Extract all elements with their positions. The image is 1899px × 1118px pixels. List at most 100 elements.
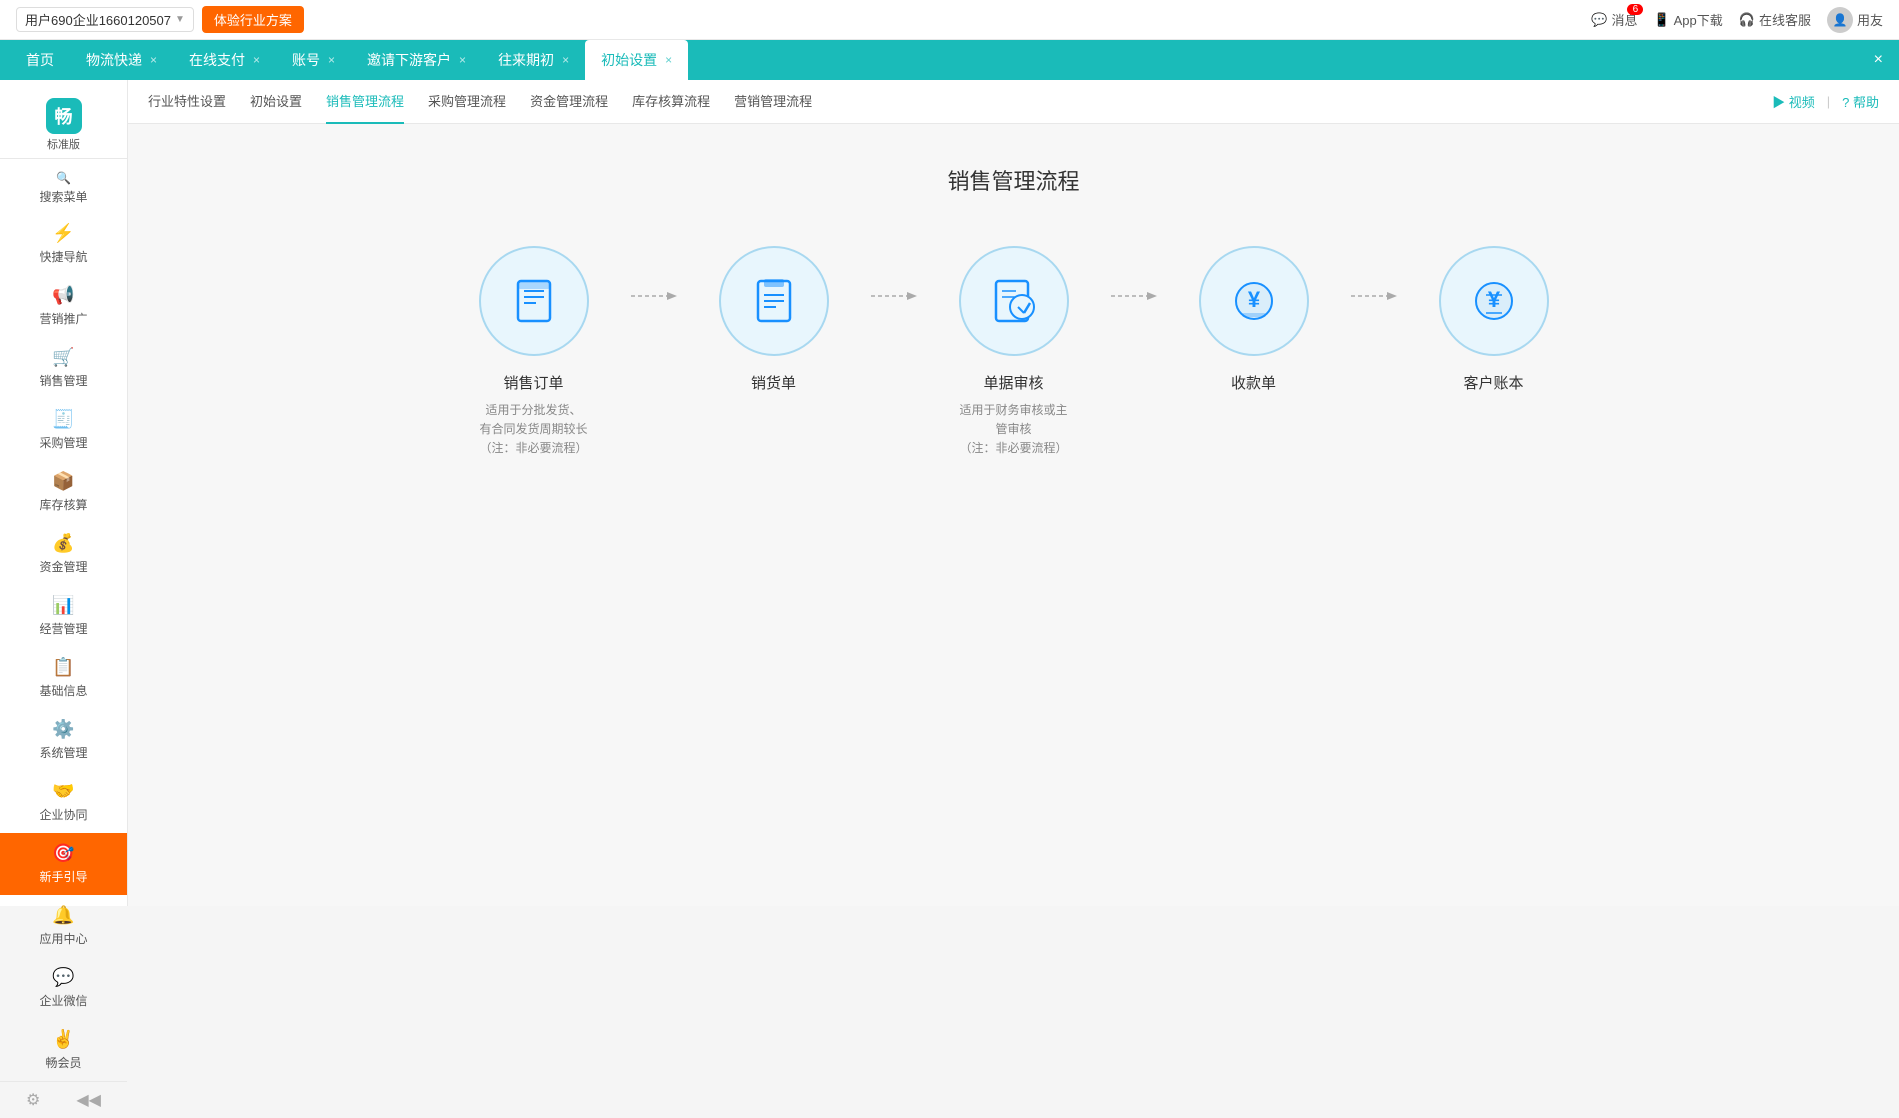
nav-tab-payment[interactable]: 在线支付 × [173,40,276,80]
approval-desc: 适用于财务审核或主管审核（注：非必要流程） [959,401,1067,459]
sidebar-quicknav-label: 快捷导航 [39,248,87,265]
nav-tab-init[interactable]: 初始设置 × [585,40,688,80]
top-bar-right: 💬 消息 6 📱 App下载 🎧 在线客服 👤 用友 [1591,7,1883,33]
sidebar-bottom: ⚙ ◀◀ [0,1081,127,1118]
content-tab-industry[interactable]: 行业特性设置 [148,80,226,124]
sidebar-item-inventory[interactable]: 📦 库存核算 [0,461,127,523]
ledger-icon: ¥ [1468,275,1520,327]
approval-name: 单据审核 [983,372,1043,393]
close-init-icon[interactable]: × [665,53,672,67]
flow-steps: 销售订单 适用于分批发货、有合同发货周期较长（注：非必要流程） [444,246,1584,459]
purchase-icon: 🧾 [52,409,74,430]
sidebar-basic-label: 基础信息 [39,682,87,699]
flow-circle-ledger: ¥ [1439,246,1549,356]
content-tab-finance-flow[interactable]: 资金管理流程 [530,80,608,124]
nav-tab-invite-label: 邀请下游客户 [367,50,451,70]
divider: | [1827,94,1830,109]
content-tab-purchase-flow-label: 采购管理流程 [428,91,506,110]
app-icon: 📱 [1653,12,1669,28]
content-tab-inventory-flow[interactable]: 库存核算流程 [632,80,710,124]
ledger-name: 客户账本 [1463,372,1523,393]
content-tab-sales-flow-label: 销售管理流程 [326,91,404,110]
close-period-icon[interactable]: × [562,53,569,67]
service-label: 在线客服 [1759,10,1811,29]
content-tab-purchase-flow[interactable]: 采购管理流程 [428,80,506,124]
content-area: 行业特性设置 初始设置 销售管理流程 采购管理流程 资金管理流程 库存核算流程 … [128,80,1899,906]
content-tab-actions: ▶ 视频 | ? 帮助 [1772,92,1879,111]
svg-text:¥: ¥ [1487,287,1500,312]
flow-step-receipt[interactable]: ¥ 收款单 [1164,246,1344,401]
content-tab-sales-flow[interactable]: 销售管理流程 [326,80,404,124]
user-label: 用户690企业1660120507 [25,10,171,29]
content-tab-init[interactable]: 初始设置 [250,80,302,124]
sidebar-item-system[interactable]: ⚙️ 系统管理 [0,709,127,771]
close-payment-icon[interactable]: × [253,53,260,67]
sidebar-newbie-label: 新手引导 [39,868,87,885]
nav-tab-period[interactable]: 往来期初 × [482,40,585,80]
dropdown-arrow-icon: ▼ [175,14,185,25]
nav-tabs: 首页 物流快递 × 在线支付 × 账号 × 邀请下游客户 × 往来期初 × 初始… [0,40,1899,80]
inventory-icon: 📦 [52,471,74,492]
member-icon: ✌ [52,1029,74,1050]
marketing-icon: 📢 [52,285,74,306]
close-all-tabs[interactable]: × [1858,51,1899,69]
flow-step-approval[interactable]: 单据审核 适用于财务审核或主管审核（注：非必要流程） [924,246,1104,459]
settings-bottom-icon[interactable]: ⚙ [26,1090,40,1110]
message-icon: 💬 [1591,12,1607,28]
content-tab-industry-label: 行业特性设置 [148,91,226,110]
user-select[interactable]: 用户690企业1660120507 ▼ [16,7,194,32]
nav-tab-invite[interactable]: 邀请下游客户 × [351,40,482,80]
sidebar-business-label: 经营管理 [39,620,87,637]
sidebar-item-quicknav[interactable]: ⚡ 快捷导航 [0,213,127,275]
logo-text: 标准版 [47,136,80,152]
sidebar-item-appstore[interactable]: 🔔 应用中心 [0,895,127,957]
svg-text:¥: ¥ [1247,287,1260,312]
flow-circle-receipt: ¥ [1199,246,1309,356]
help-action[interactable]: ? 帮助 [1842,92,1879,111]
sidebar-item-member[interactable]: ✌ 畅会员 [0,1019,127,1081]
flow-circle-delivery [719,246,829,356]
finance-icon: 💰 [52,533,74,554]
video-action[interactable]: ▶ 视频 [1772,92,1815,111]
flow-step-sales-order[interactable]: 销售订单 适用于分批发货、有合同发货周期较长（注：非必要流程） [444,246,624,459]
service-group[interactable]: 🎧 在线客服 [1739,10,1811,29]
nav-tab-logistics[interactable]: 物流快递 × [70,40,173,80]
flow-step-ledger[interactable]: ¥ 客户账本 [1404,246,1584,401]
trial-button[interactable]: 体验行业方案 [202,6,304,33]
sidebar-item-finance[interactable]: 💰 资金管理 [0,523,127,585]
content-tab-marketing-flow[interactable]: 营销管理流程 [734,80,812,124]
video-label: 视频 [1789,95,1815,110]
top-bar: 用户690企业1660120507 ▼ 体验行业方案 💬 消息 6 📱 App下… [0,0,1899,40]
user-avatar-group[interactable]: 👤 用友 [1827,7,1883,33]
flow-arrow-3 [1104,246,1164,306]
sales-icon: 🛒 [52,347,74,368]
sidebar-item-basic[interactable]: 📋 基础信息 [0,647,127,709]
close-invite-icon[interactable]: × [459,53,466,67]
nav-tab-home[interactable]: 首页 [10,40,70,80]
help-label: 帮助 [1853,95,1879,110]
sidebar-item-wechat[interactable]: 💬 企业微信 [0,957,127,1019]
collab-icon: 🤝 [52,781,74,802]
sidebar-item-business[interactable]: 📊 经营管理 [0,585,127,647]
app-download-group[interactable]: 📱 App下载 [1653,10,1722,29]
sidebar-item-collab[interactable]: 🤝 企业协同 [0,771,127,833]
sidebar-member-label: 畅会员 [45,1054,81,1071]
sidebar-logo: 畅 标准版 [0,88,127,159]
search-icon: 🔍 [56,171,71,185]
sidebar-item-search[interactable]: 🔍 搜索菜单 [0,163,127,213]
sidebar-item-newbie[interactable]: 🎯 新手引导 [0,833,127,895]
collapse-icon[interactable]: ◀◀ [76,1090,101,1110]
nav-tab-account[interactable]: 账号 × [276,40,351,80]
close-logistics-icon[interactable]: × [150,53,157,67]
flow-step-delivery[interactable]: 销货单 [684,246,864,401]
message-group[interactable]: 💬 消息 6 [1591,10,1637,29]
avatar: 👤 [1827,7,1853,33]
close-account-icon[interactable]: × [328,53,335,67]
sidebar-item-marketing[interactable]: 📢 营销推广 [0,275,127,337]
flow-arrow-1 [624,246,684,306]
sidebar-inventory-label: 库存核算 [39,496,87,513]
sales-order-desc: 适用于分批发货、有合同发货周期较长（注：非必要流程） [479,401,587,459]
sidebar-item-purchase[interactable]: 🧾 采购管理 [0,399,127,461]
flow-arrow-2 [864,246,924,306]
sidebar-item-sales[interactable]: 🛒 销售管理 [0,337,127,399]
